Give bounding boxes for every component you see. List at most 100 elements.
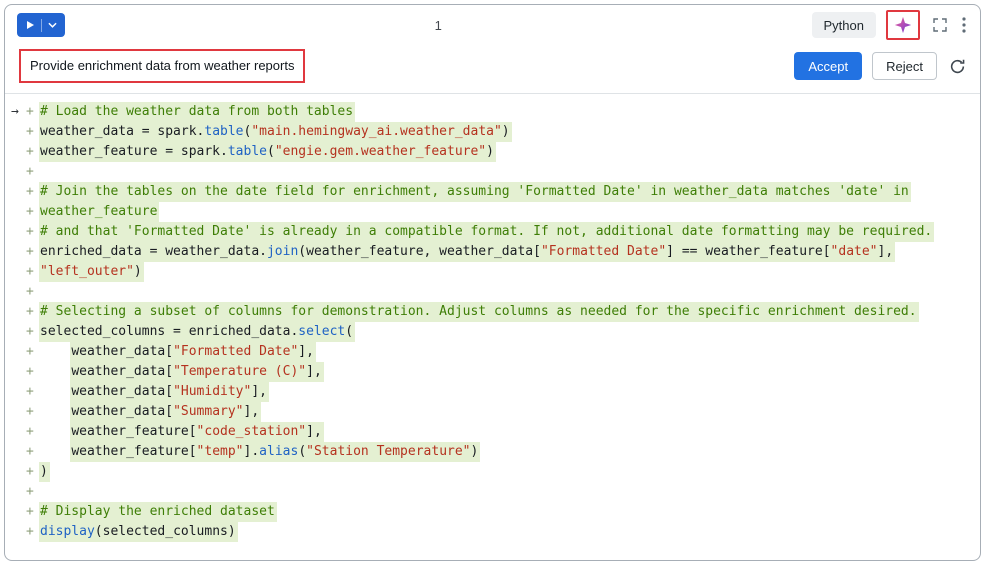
code-line-gutter: +: [11, 242, 39, 262]
cursor-arrow-indicator: [11, 402, 26, 422]
code-line-gutter: +: [11, 122, 39, 142]
code-line: + weather_feature["temp"].alias("Station…: [11, 442, 974, 462]
diff-added-marker: +: [26, 362, 39, 382]
code-line-gutter: +: [11, 262, 39, 282]
code-line: + weather_feature["code_station"],: [11, 422, 974, 442]
code-line: +enriched_data = weather_data.join(weath…: [11, 242, 974, 262]
code-line-text: # Join the tables on the date field for …: [39, 182, 911, 202]
cursor-arrow-indicator: [11, 482, 26, 502]
cursor-arrow-indicator: [11, 182, 26, 202]
play-icon: [25, 20, 35, 30]
diff-added-highlight: weather_feature["temp"].alias("Station T…: [70, 442, 480, 462]
page: 1 Python: [0, 0, 985, 565]
code-line-gutter: +: [11, 402, 39, 422]
code-line-text: weather_data["Summary"],: [39, 402, 261, 422]
code-editor[interactable]: →+# Load the weather data from both tabl…: [5, 94, 980, 558]
diff-added-marker: +: [26, 122, 39, 142]
run-button-divider: [41, 19, 42, 32]
code-line-gutter: +: [11, 422, 39, 442]
diff-added-highlight: weather_data["Summary"],: [70, 402, 261, 422]
diff-added-highlight: weather_data["Humidity"],: [70, 382, 269, 402]
cursor-arrow-indicator: [11, 382, 26, 402]
diff-added-marker: +: [26, 202, 39, 222]
cursor-arrow-indicator: [11, 242, 26, 262]
cursor-arrow-indicator: [11, 162, 26, 182]
code-line-text: # Load the weather data from both tables: [39, 102, 355, 122]
code-line: +: [11, 482, 974, 502]
code-line-gutter: +: [11, 342, 39, 362]
code-line-gutter: +: [11, 382, 39, 402]
diff-added-highlight: # Selecting a subset of columns for demo…: [39, 302, 919, 322]
cursor-arrow-indicator: [11, 322, 26, 342]
code-line: +# Selecting a subset of columns for dem…: [11, 302, 974, 322]
code-line-text: weather_feature["code_station"],: [39, 422, 324, 442]
expand-cell-icon[interactable]: [930, 15, 950, 35]
diff-added-marker: +: [26, 382, 39, 402]
diff-added-marker: +: [26, 222, 39, 242]
diff-added-marker: +: [26, 162, 39, 182]
code-line-gutter: +: [11, 302, 39, 322]
code-line-text: display(selected_columns): [39, 522, 238, 542]
code-line: +# Join the tables on the date field for…: [11, 182, 974, 202]
code-line-gutter: +: [11, 282, 39, 302]
diff-added-marker: +: [26, 282, 39, 302]
diff-added-marker: +: [26, 402, 39, 422]
assistant-prompt-bar: Provide enrichment data from weather rep…: [5, 45, 980, 94]
code-line-text: selected_columns = enriched_data.select(: [39, 322, 355, 342]
code-line: +# and that 'Formatted Date' is already …: [11, 222, 974, 242]
code-line: +: [11, 282, 974, 302]
annotation-box-assistant-icon: [886, 10, 920, 40]
code-line-text: weather_data["Humidity"],: [39, 382, 269, 402]
diff-added-marker: +: [26, 342, 39, 362]
diff-added-marker: +: [26, 182, 39, 202]
diff-added-highlight: weather_feature: [39, 202, 159, 222]
code-line: +# Display the enriched dataset: [11, 502, 974, 522]
diff-added-marker: +: [26, 262, 39, 282]
cursor-arrow-indicator: [11, 202, 26, 222]
code-line: + weather_data["Temperature (C)"],: [11, 362, 974, 382]
cursor-arrow-indicator: [11, 502, 26, 522]
cursor-arrow-indicator: [11, 142, 26, 162]
cursor-arrow-indicator: [11, 362, 26, 382]
code-line: +weather_feature = spark.table("engie.ge…: [11, 142, 974, 162]
code-line: + weather_data["Formatted Date"],: [11, 342, 974, 362]
code-line-gutter: +: [11, 322, 39, 342]
toolbar-right-group: Python: [812, 10, 968, 40]
code-line-gutter: +: [11, 522, 39, 542]
code-line: + weather_data["Summary"],: [11, 402, 974, 422]
diff-added-marker: +: [26, 462, 39, 482]
cursor-arrow-indicator: [11, 262, 26, 282]
cursor-arrow-indicator: [11, 302, 26, 322]
diff-added-highlight: weather_feature["code_station"],: [70, 422, 323, 442]
code-line-text: # Display the enriched dataset: [39, 502, 277, 522]
diff-added-marker: +: [26, 422, 39, 442]
diff-added-highlight: enriched_data = weather_data.join(weathe…: [39, 242, 895, 262]
cursor-arrow-indicator: [11, 462, 26, 482]
code-line-text: weather_data["Temperature (C)"],: [39, 362, 324, 382]
language-selector[interactable]: Python: [812, 12, 876, 38]
reject-button[interactable]: Reject: [872, 52, 937, 80]
chevron-down-icon[interactable]: [48, 22, 57, 28]
diff-added-marker: +: [26, 502, 39, 522]
diff-added-highlight: weather_data["Temperature (C)"],: [70, 362, 323, 382]
code-line-text: # and that 'Formatted Date' is already i…: [39, 222, 934, 242]
accept-button[interactable]: Accept: [794, 52, 862, 80]
code-line: →+# Load the weather data from both tabl…: [11, 102, 974, 122]
code-line: +"left_outer"): [11, 262, 974, 282]
diff-added-highlight: display(selected_columns): [39, 522, 238, 542]
diff-added-marker: +: [26, 142, 39, 162]
regenerate-icon[interactable]: [947, 56, 968, 77]
cursor-arrow-indicator: →: [11, 102, 26, 122]
code-line-text: enriched_data = weather_data.join(weathe…: [39, 242, 895, 262]
assistant-sparkle-icon[interactable]: [893, 15, 913, 35]
code-line-text: weather_data["Formatted Date"],: [39, 342, 316, 362]
code-line: +selected_columns = enriched_data.select…: [11, 322, 974, 342]
diff-added-marker: +: [26, 322, 39, 342]
diff-added-highlight: # Display the enriched dataset: [39, 502, 277, 522]
code-line-gutter: +: [11, 182, 39, 202]
kebab-menu-icon[interactable]: [960, 15, 968, 35]
code-line-gutter: +: [11, 462, 39, 482]
code-line-gutter: +: [11, 142, 39, 162]
run-cell-button[interactable]: [17, 13, 65, 37]
assistant-prompt-input[interactable]: Provide enrichment data from weather rep…: [30, 58, 294, 73]
